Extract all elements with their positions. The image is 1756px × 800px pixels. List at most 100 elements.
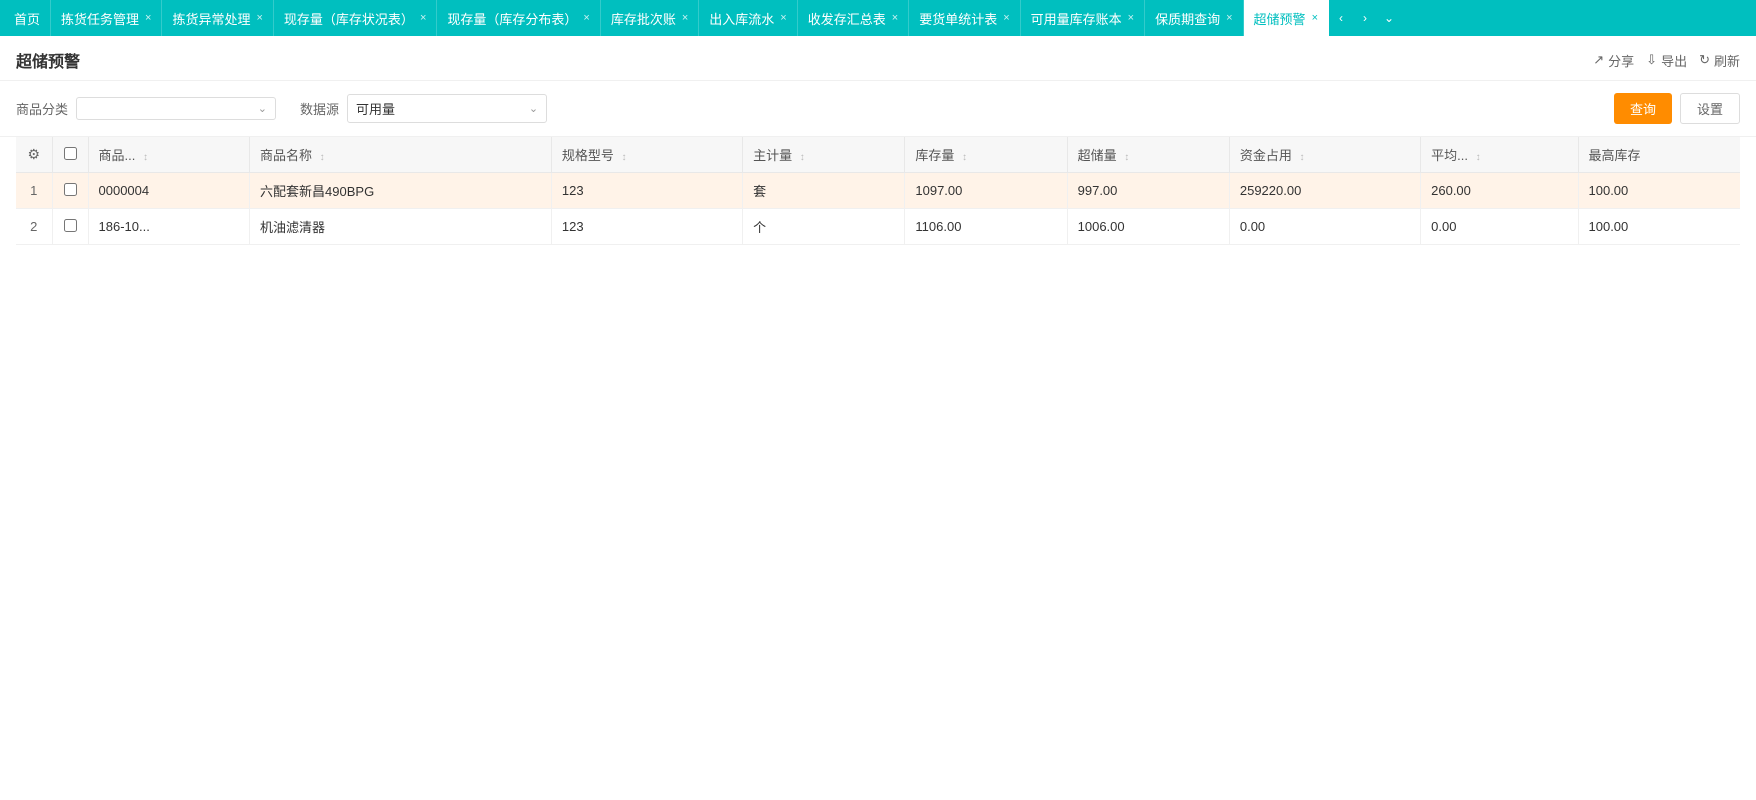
th-unit[interactable]: 主计量 ↕ xyxy=(743,137,905,173)
nav-label-in-out-flow: 出入库流水 xyxy=(709,9,774,28)
close-icon-abnormal[interactable]: × xyxy=(256,13,262,24)
datasource-label: 数据源 xyxy=(300,99,339,118)
row-num-2: 2 xyxy=(16,209,52,245)
nav-label-overstock-warn: 超储预警 xyxy=(1254,9,1306,28)
nav-item-receive-send[interactable]: 收发存汇总表 × xyxy=(798,0,909,36)
filter-area: 商品分类 ⌄ 数据源 可用量 ⌄ 查询 设置 xyxy=(0,81,1756,137)
close-icon-inventory-status[interactable]: × xyxy=(420,13,426,24)
nav-item-inventory-dist[interactable]: 现存量（库存分布表） × xyxy=(437,0,600,36)
nav-item-in-out-flow[interactable]: 出入库流水 × xyxy=(699,0,797,36)
nav-item-available-ledger[interactable]: 可用量库存账本 × xyxy=(1021,0,1145,36)
export-button[interactable]: ⇩ 导出 xyxy=(1646,51,1687,70)
select-all-checkbox[interactable] xyxy=(64,147,77,160)
filter-group-datasource: 数据源 可用量 ⌄ xyxy=(300,94,547,123)
row-num-1: 1 xyxy=(16,173,52,209)
close-icon-order-stats[interactable]: × xyxy=(1003,13,1009,24)
nav-label-home: 首页 xyxy=(14,9,40,28)
row-checkbox-2 xyxy=(52,209,88,245)
refresh-icon: ↻ xyxy=(1699,52,1710,68)
export-icon: ⇩ xyxy=(1646,52,1657,68)
close-icon-quality-check[interactable]: × xyxy=(1226,13,1232,24)
refresh-button[interactable]: ↻ 刷新 xyxy=(1699,51,1740,70)
th-avg[interactable]: 平均... ↕ xyxy=(1421,137,1578,173)
row-select-checkbox-1[interactable] xyxy=(64,183,77,196)
table-row: 1 0000004 六配套新昌490BPG 123 套 1097.00 997.… xyxy=(16,173,1740,209)
sort-icon-capital: ↕ xyxy=(1300,152,1305,163)
nav-menu-arrow[interactable]: ⌄ xyxy=(1377,0,1401,36)
gear-icon[interactable]: ⚙ xyxy=(27,146,40,162)
nav-label-order-stats: 要货单统计表 xyxy=(919,9,997,28)
nav-next-arrow[interactable]: › xyxy=(1353,0,1377,36)
row-avg-2: 0.00 xyxy=(1421,209,1578,245)
row-avg-1: 260.00 xyxy=(1421,173,1578,209)
row-unit-1: 套 xyxy=(743,173,905,209)
nav-item-inventory-status[interactable]: 现存量（库存状况表） × xyxy=(274,0,437,36)
category-select[interactable]: ⌄ xyxy=(76,97,276,120)
th-product-name[interactable]: 商品名称 ↕ xyxy=(250,137,552,173)
th-checkbox xyxy=(52,137,88,173)
row-unit-2: 个 xyxy=(743,209,905,245)
row-max-stock-1: 100.00 xyxy=(1578,173,1740,209)
close-icon-inventory-batch[interactable]: × xyxy=(682,13,688,24)
row-product-code-2: 186-10... xyxy=(88,209,250,245)
nav-label-inventory-batch: 库存批次账 xyxy=(611,9,676,28)
page-title: 超储预警 xyxy=(16,48,80,72)
chevron-down-icon: ⌄ xyxy=(258,102,267,115)
row-capital-1: 259220.00 xyxy=(1229,173,1420,209)
close-icon-in-out-flow[interactable]: × xyxy=(780,13,786,24)
table-header-row: ⚙ 商品... ↕ 商品名称 ↕ 规格型号 ↕ xyxy=(16,137,1740,173)
nav-item-inventory-batch[interactable]: 库存批次账 × xyxy=(601,0,699,36)
row-product-name-1: 六配套新昌490BPG xyxy=(250,173,552,209)
close-icon-available-ledger[interactable]: × xyxy=(1128,13,1134,24)
row-spec-2: 123 xyxy=(551,209,742,245)
datasource-select[interactable]: 可用量 ⌄ xyxy=(347,94,547,123)
page-header: 超储预警 ↗ 分享 ⇩ 导出 ↻ 刷新 xyxy=(0,36,1756,81)
nav-label-inventory-status: 现存量（库存状况表） xyxy=(284,9,414,28)
nav-item-task-mgmt[interactable]: 拣货任务管理 × xyxy=(51,0,162,36)
th-product-code[interactable]: 商品... ↕ xyxy=(88,137,250,173)
th-max-stock[interactable]: 最高库存 xyxy=(1578,137,1740,173)
nav-item-overstock-warn[interactable]: 超储预警 × xyxy=(1244,0,1329,36)
share-button[interactable]: ↗ 分享 xyxy=(1593,51,1634,70)
th-settings: ⚙ xyxy=(16,137,52,173)
nav-item-abnormal[interactable]: 拣货异常处理 × xyxy=(162,0,273,36)
th-spec[interactable]: 规格型号 ↕ xyxy=(551,137,742,173)
query-button[interactable]: 查询 xyxy=(1614,93,1672,124)
table-container: ⚙ 商品... ↕ 商品名称 ↕ 规格型号 ↕ xyxy=(0,137,1756,245)
th-stock[interactable]: 库存量 ↕ xyxy=(905,137,1067,173)
page-content: 超储预警 ↗ 分享 ⇩ 导出 ↻ 刷新 商品分类 ⌄ 数据源 xyxy=(0,36,1756,800)
row-stock-1: 1097.00 xyxy=(905,173,1067,209)
nav-label-abnormal: 拣货异常处理 xyxy=(172,9,250,28)
settings-button[interactable]: 设置 xyxy=(1680,93,1740,124)
nav-label-task-mgmt: 拣货任务管理 xyxy=(61,9,139,28)
close-icon-task-mgmt[interactable]: × xyxy=(145,13,151,24)
sort-icon-stock: ↕ xyxy=(962,152,967,163)
datasource-select-value: 可用量 xyxy=(356,99,395,118)
row-select-checkbox-2[interactable] xyxy=(64,219,77,232)
sort-icon-overstock: ↕ xyxy=(1124,152,1129,163)
nav-label-available-ledger: 可用量库存账本 xyxy=(1031,9,1122,28)
th-capital[interactable]: 资金占用 ↕ xyxy=(1229,137,1420,173)
row-stock-2: 1106.00 xyxy=(905,209,1067,245)
table-row: 2 186-10... 机油滤清器 123 个 1106.00 1006.00 … xyxy=(16,209,1740,245)
th-overstock[interactable]: 超储量 ↕ xyxy=(1067,137,1229,173)
nav-prev-arrow[interactable]: ‹ xyxy=(1329,0,1353,36)
row-product-name-2: 机油滤清器 xyxy=(250,209,552,245)
sort-icon-avg: ↕ xyxy=(1476,152,1481,163)
nav-item-order-stats[interactable]: 要货单统计表 × xyxy=(909,0,1020,36)
close-icon-receive-send[interactable]: × xyxy=(892,13,898,24)
nav-label-receive-send: 收发存汇总表 xyxy=(808,9,886,28)
row-checkbox-1 xyxy=(52,173,88,209)
row-max-stock-2: 100.00 xyxy=(1578,209,1740,245)
nav-item-home[interactable]: 首页 xyxy=(4,0,51,36)
close-icon-overstock-warn[interactable]: × xyxy=(1312,13,1318,24)
close-icon-inventory-dist[interactable]: × xyxy=(583,13,589,24)
nav-label-inventory-dist: 现存量（库存分布表） xyxy=(447,9,577,28)
sort-icon-spec: ↕ xyxy=(622,152,627,163)
filter-buttons: 查询 设置 xyxy=(1614,93,1740,124)
data-table: ⚙ 商品... ↕ 商品名称 ↕ 规格型号 ↕ xyxy=(16,137,1740,245)
page-actions: ↗ 分享 ⇩ 导出 ↻ 刷新 xyxy=(1593,51,1740,70)
sort-icon-product-code: ↕ xyxy=(143,152,148,163)
filter-group-category: 商品分类 ⌄ xyxy=(16,97,276,120)
nav-item-quality-check[interactable]: 保质期查询 × xyxy=(1145,0,1243,36)
